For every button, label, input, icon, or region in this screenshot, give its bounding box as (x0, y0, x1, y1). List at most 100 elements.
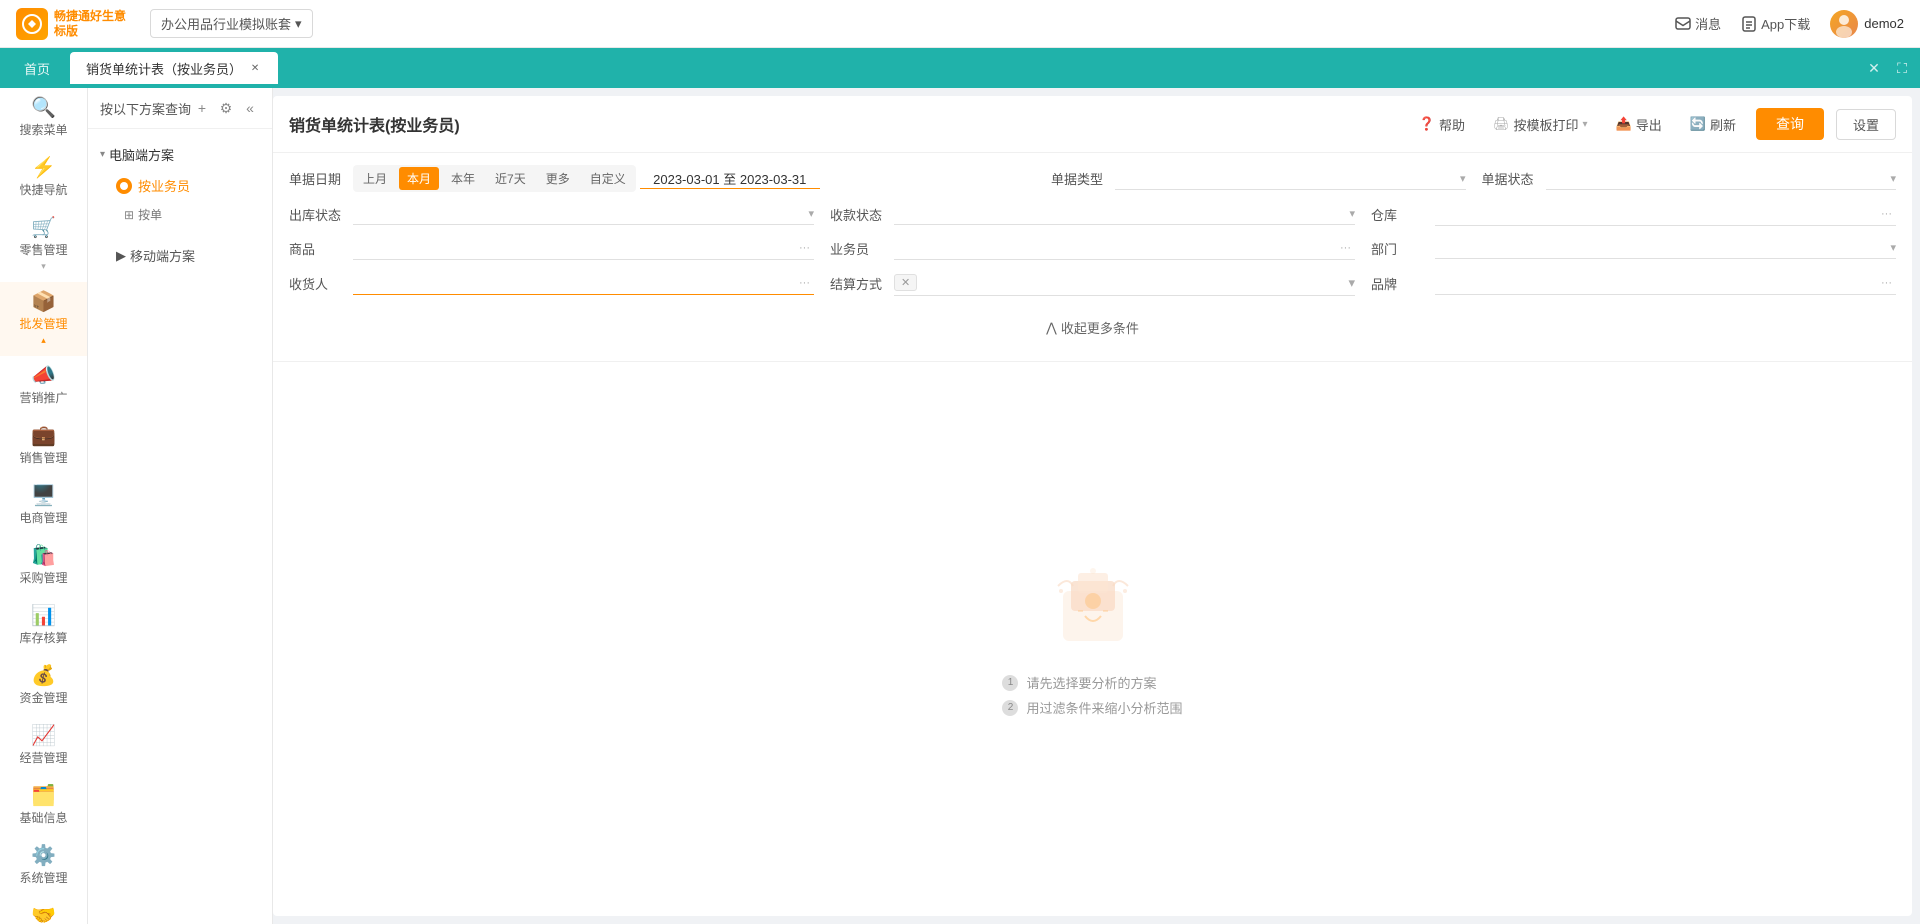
date-tab-last-month[interactable]: 上月 (355, 167, 395, 190)
tab-close-action[interactable]: ✕ (1864, 58, 1884, 78)
warehouse-input-wrapper: ··· (1435, 202, 1896, 226)
template-print-btn[interactable]: 🖨 按模板打印 ▾ (1485, 111, 1596, 138)
sidebar-item-inventory[interactable]: 📊 库存核算 (0, 596, 87, 656)
collapse-icon: ⋀ (1046, 320, 1057, 336)
doc-status-select[interactable]: ▾ (1546, 168, 1896, 190)
page-title: 销货单统计表(按业务员) (289, 112, 460, 136)
tab-home[interactable]: 首页 (8, 52, 66, 84)
collapse-btn[interactable]: ⋀ 收起更多条件 (1038, 310, 1147, 345)
staff-more-btn[interactable]: ··· (1336, 242, 1355, 254)
date-tab-this-year[interactable]: 本年 (443, 167, 483, 190)
filter-area: 单据日期 上月 本月 本年 近7天 更多 自定义 (273, 153, 1912, 362)
query-btn[interactable]: 查询 (1756, 108, 1824, 140)
app-download-action[interactable]: App下载 (1741, 14, 1810, 33)
refresh-btn[interactable]: 🔄 刷新 (1682, 111, 1744, 138)
goods-input[interactable] (353, 236, 795, 259)
scheme-group-desktop: ▾ 电脑端方案 按业务员 ⊞ 按单 (88, 133, 272, 234)
help-btn[interactable]: ❓ 帮助 (1411, 111, 1473, 138)
sidebar-item-sales[interactable]: 💼 销售管理 (0, 416, 87, 476)
account-label: 办公用品行业模拟账套 (161, 14, 291, 33)
chevron-down-icon[interactable]: ▾ (1348, 275, 1355, 291)
question-icon: ❓ (1419, 116, 1435, 132)
system-label: 系统管理 (19, 869, 67, 886)
chevron-down-icon: ▾ (41, 261, 46, 272)
brand-input[interactable] (1435, 271, 1877, 294)
help-label: 帮助 (1439, 115, 1465, 134)
dept-select[interactable]: ▾ (1435, 237, 1896, 259)
brand-more-btn[interactable]: ··· (1877, 277, 1896, 289)
tab-fullscreen-action[interactable]: ⛶ (1892, 58, 1912, 78)
out-status-select[interactable]: ▾ (353, 203, 814, 225)
tab-close-icon[interactable]: ✕ (248, 61, 262, 75)
main-content: 销货单统计表(按业务员) ❓ 帮助 🖨 按模板打印 ▾ 📤 导出 (273, 96, 1912, 916)
step-1-text: 请先选择要分析的方案 (1026, 673, 1156, 692)
consignee-more-btn[interactable]: ··· (795, 277, 814, 289)
settlement-tag-close[interactable]: ✕ (901, 276, 910, 289)
main-layout: 🔍 搜索菜单 ⚡ 快捷导航 🛒 零售管理 ▾ 📦 批发管理 ▴ 📣 营销推广 💼… (0, 88, 1920, 924)
scheme-panel-header: 按以下方案查询 + ⚙ « (88, 88, 272, 129)
brand-label: 品牌 (1371, 274, 1427, 293)
scheme-sub-item-by-order[interactable]: ⊞ 按单 (88, 201, 272, 228)
sidebar-item-retail[interactable]: 🛒 零售管理 ▾ (0, 208, 87, 282)
search-icon: 🔍 (31, 98, 56, 118)
settlement-clear-tag: ✕ (894, 274, 917, 291)
user-name: demo2 (1864, 16, 1904, 31)
wholesale-label: 批发管理 (19, 315, 67, 332)
date-range-control: 上月 本月 本年 近7天 更多 自定义 (353, 165, 1035, 192)
settlement-control: ✕ ▾ (894, 270, 1355, 296)
date-tab-this-month[interactable]: 本月 (399, 167, 439, 190)
scheme-collapse-btn[interactable]: « (240, 98, 260, 118)
chevron-down-icon: ▾ (1890, 172, 1896, 185)
dept-control: ▾ (1435, 237, 1896, 259)
sidebar-quick-nav[interactable]: ⚡ 快捷导航 (0, 148, 87, 208)
payment-status-label: 收款状态 (830, 205, 886, 224)
goods-control: ··· (353, 236, 814, 260)
ecommerce-label: 电商管理 (19, 509, 67, 526)
date-tab-custom[interactable]: 自定义 (582, 167, 634, 190)
doc-type-select[interactable]: ▾ (1115, 168, 1465, 190)
scheme-add-btn[interactable]: + (192, 98, 212, 118)
scheme-item-by-staff[interactable]: 按业务员 (88, 170, 272, 201)
sidebar-search[interactable]: 🔍 搜索菜单 (0, 88, 87, 148)
staff-input[interactable] (894, 236, 1336, 259)
finance-label: 资金管理 (19, 689, 67, 706)
scheme-panel: 按以下方案查询 + ⚙ « ▾ 电脑端方案 (88, 88, 273, 924)
scheme-settings-btn[interactable]: ⚙ (216, 98, 236, 118)
sidebar-item-finance[interactable]: 💰 资金管理 (0, 656, 87, 716)
logo-text: 畅捷通好生意 标版 (54, 9, 126, 38)
doc-status-control: ▾ (1546, 168, 1896, 190)
account-selector[interactable]: 办公用品行业模拟账套 ▾ (150, 9, 313, 38)
filter-dept: 部门 ▾ (1371, 237, 1896, 259)
enterprise-icon: 🤝 (31, 906, 56, 924)
sidebar: 🔍 搜索菜单 ⚡ 快捷导航 🛒 零售管理 ▾ 📦 批发管理 ▴ 📣 营销推广 💼… (0, 88, 88, 924)
scheme-group-desktop-header[interactable]: ▾ 电脑端方案 (88, 139, 272, 170)
sidebar-item-marketing[interactable]: 📣 营销推广 (0, 356, 87, 416)
basic-icon: 🗂️ (31, 786, 56, 806)
date-tab-more[interactable]: 更多 (538, 167, 578, 190)
warehouse-input[interactable] (1435, 202, 1877, 225)
sidebar-item-operations[interactable]: 📈 经营管理 (0, 716, 87, 776)
sidebar-item-ecommerce[interactable]: 🖥️ 电商管理 (0, 476, 87, 536)
payment-status-select[interactable]: ▾ (894, 203, 1355, 225)
message-action[interactable]: 消息 (1675, 14, 1721, 33)
date-tab-7days[interactable]: 近7天 (487, 167, 534, 190)
export-btn[interactable]: 📤 导出 (1608, 111, 1670, 138)
sidebar-item-purchase[interactable]: 🛍️ 采购管理 (0, 536, 87, 596)
empty-step-2: 2 用过滤条件来缩小分析范围 (1002, 698, 1182, 717)
goods-more-btn[interactable]: ··· (795, 242, 814, 254)
settings-btn[interactable]: 设置 (1836, 109, 1896, 140)
sidebar-item-enterprise[interactable]: 🤝 企业协同 (0, 896, 87, 924)
user-info[interactable]: demo2 (1830, 10, 1904, 38)
sidebar-item-wholesale[interactable]: 📦 批发管理 ▴ (0, 282, 87, 356)
tab-sales-stat[interactable]: 销货单统计表（按业务员） ✕ (70, 52, 278, 84)
scheme-mobile-header[interactable]: ▶ 移动端方案 (88, 240, 272, 271)
date-range-input[interactable] (640, 169, 820, 189)
sidebar-item-basic[interactable]: 🗂️ 基础信息 (0, 776, 87, 836)
empty-step-1: 1 请先选择要分析的方案 (1002, 673, 1182, 692)
inventory-icon: 📊 (31, 606, 56, 626)
sidebar-item-system[interactable]: ⚙️ 系统管理 (0, 836, 87, 896)
print-icon: 🖨 (1493, 116, 1510, 132)
chevron-down-icon: ▾ (1460, 172, 1466, 185)
consignee-input[interactable] (353, 271, 795, 294)
warehouse-more-btn[interactable]: ··· (1877, 208, 1896, 220)
